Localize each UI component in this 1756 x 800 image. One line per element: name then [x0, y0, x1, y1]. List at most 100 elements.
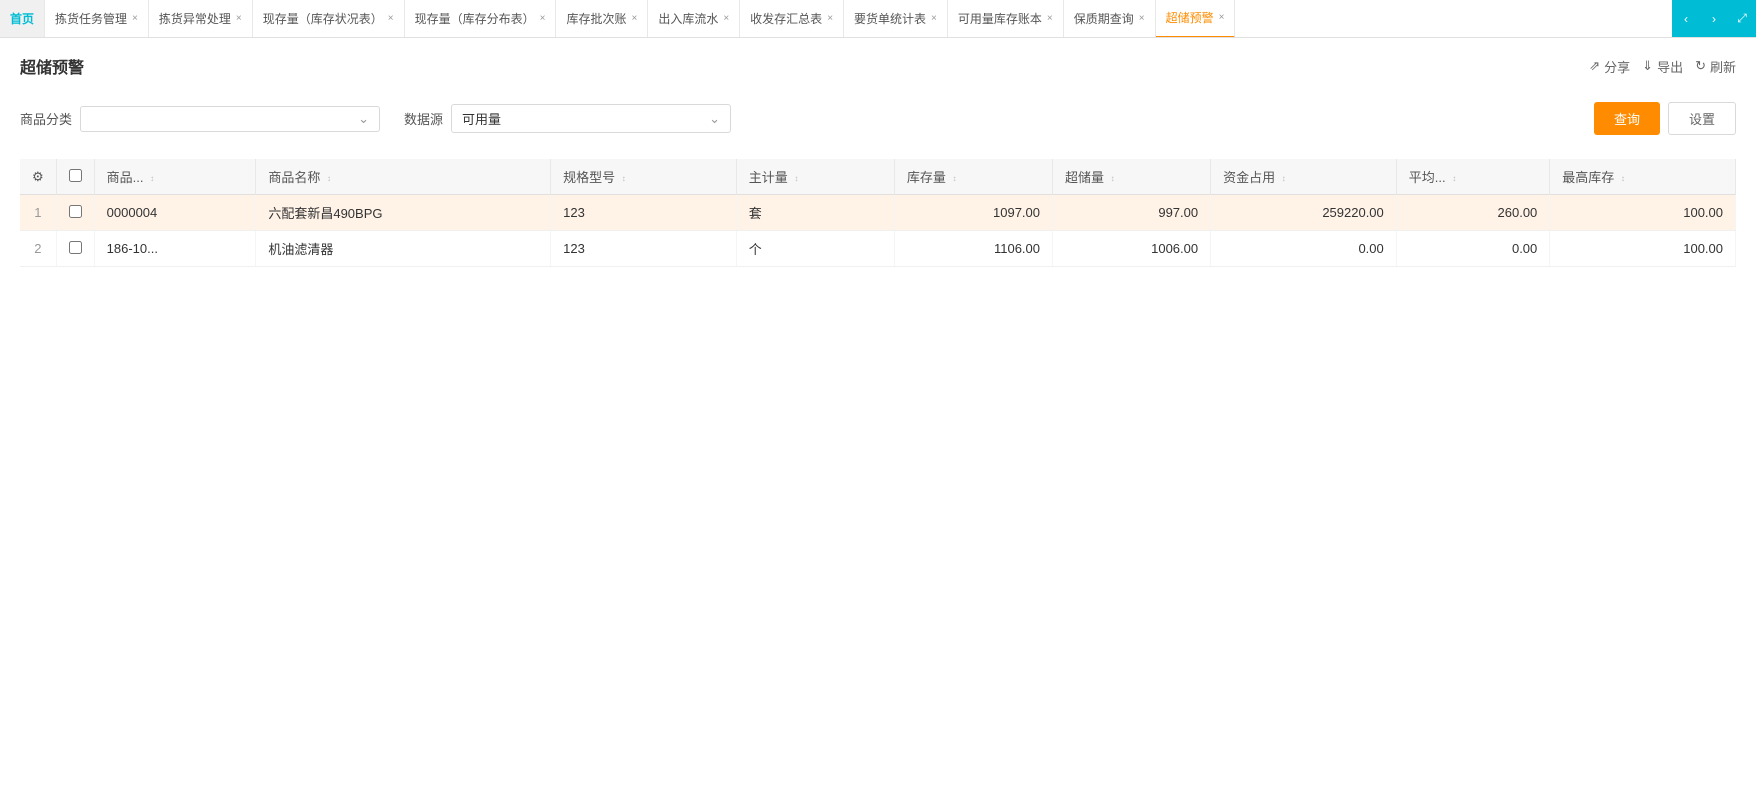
nav-tab-task-mgmt[interactable]: 拣货任务管理 × [45, 0, 149, 38]
row-max-stock-1: 100.00 [1550, 231, 1736, 267]
row-num-1: 2 [20, 231, 56, 267]
sort-overstock-icon: ↕ [1111, 174, 1115, 183]
nav-arrow-left[interactable]: ‹ [1672, 0, 1700, 38]
nav-tab-available[interactable]: 可用量库存账本 × [948, 0, 1064, 38]
data-table: ⚙ 商品... ↕ 商品名称 ↕ 规格型号 ↕ 主计量 [20, 159, 1736, 267]
select-all-checkbox[interactable] [69, 169, 82, 182]
nav-tab-home[interactable]: 首页 [0, 0, 45, 38]
nav-tab-expiry-label: 保质期查询 [1074, 10, 1134, 27]
nav-arrow-right[interactable]: › [1700, 0, 1728, 38]
col-unit[interactable]: 主计量 ↕ [736, 159, 894, 195]
row-product-name-0: 六配套新昌490BPG [256, 195, 551, 231]
share-icon: ⇗ [1589, 58, 1600, 74]
col-avg-label: 平均... [1409, 170, 1446, 185]
row-overstock-1: 1006.00 [1053, 231, 1211, 267]
export-button[interactable]: ⇓ 导出 [1642, 57, 1683, 76]
row-spec-0: 123 [551, 195, 737, 231]
nav-tab-collect[interactable]: 收发存汇总表 × [740, 0, 844, 38]
page-header: 超储预警 ⇗ 分享 ⇓ 导出 ↻ 刷新 [20, 54, 1736, 78]
row-checkbox-1[interactable] [56, 231, 94, 267]
nav-tab-available-close[interactable]: × [1047, 13, 1053, 24]
datasource-chevron-icon: ⌄ [709, 111, 720, 127]
share-button[interactable]: ⇗ 分享 [1589, 57, 1630, 76]
sort-product-code-icon: ↕ [150, 174, 154, 183]
datasource-select[interactable]: 可用量 ⌄ [451, 104, 731, 133]
page-title: 超储预警 [20, 54, 84, 78]
query-button[interactable]: 查询 [1594, 102, 1660, 135]
nav-tab-overstock-close[interactable]: × [1219, 12, 1225, 23]
nav-tab-expiry-close[interactable]: × [1139, 13, 1145, 24]
sort-capital-icon: ↕ [1282, 174, 1286, 183]
nav-tab-batch-close[interactable]: × [631, 13, 637, 24]
sort-max-stock-icon: ↕ [1621, 174, 1625, 183]
share-label: 分享 [1604, 57, 1630, 76]
col-product-name[interactable]: 商品名称 ↕ [256, 159, 551, 195]
col-settings[interactable]: ⚙ [20, 159, 56, 195]
nav-tab-overstock[interactable]: 超储预警 × [1156, 0, 1236, 38]
col-product-code-label: 商品... [107, 170, 144, 185]
row-product-code-1: 186-10... [94, 231, 256, 267]
table-row: 1 0000004 六配套新昌490BPG 123 套 1097.00 997.… [20, 195, 1736, 231]
nav-arrow-expand[interactable]: ⤢ [1728, 0, 1756, 38]
col-stock[interactable]: 库存量 ↕ [894, 159, 1052, 195]
nav-tab-expiry[interactable]: 保质期查询 × [1064, 0, 1156, 38]
col-capital-label: 资金占用 [1223, 170, 1275, 185]
filter-bar: 商品分类 ⌄ 数据源 可用量 ⌄ 查询 设置 [20, 94, 1736, 143]
row-stock-1: 1106.00 [894, 231, 1052, 267]
table-header-row: ⚙ 商品... ↕ 商品名称 ↕ 规格型号 ↕ 主计量 [20, 159, 1736, 195]
datasource-value: 可用量 [462, 109, 501, 128]
col-max-stock[interactable]: 最高库存 ↕ [1550, 159, 1736, 195]
nav-tab-stock-dist[interactable]: 现存量（库存分布表） × [405, 0, 557, 38]
col-spec-label: 规格型号 [563, 170, 615, 185]
nav-tab-batch[interactable]: 库存批次账 × [556, 0, 648, 38]
col-spec[interactable]: 规格型号 ↕ [551, 159, 737, 195]
refresh-button[interactable]: ↻ 刷新 [1695, 57, 1736, 76]
col-unit-label: 主计量 [749, 170, 788, 185]
table-row: 2 186-10... 机油滤清器 123 个 1106.00 1006.00 … [20, 231, 1736, 267]
nav-tab-order-stat-close[interactable]: × [931, 13, 937, 24]
row-checkbox-0[interactable] [56, 195, 94, 231]
col-capital[interactable]: 资金占用 ↕ [1211, 159, 1397, 195]
datasource-label: 数据源 [404, 109, 443, 128]
nav-tab-stock-status[interactable]: 现存量（库存状况表） × [253, 0, 405, 38]
settings-button[interactable]: 设置 [1668, 102, 1736, 135]
nav-tab-task-mgmt-label: 拣货任务管理 [55, 10, 127, 27]
col-checkbox [56, 159, 94, 195]
row-overstock-0: 997.00 [1053, 195, 1211, 231]
nav-tab-home-label: 首页 [10, 10, 34, 27]
col-product-code[interactable]: 商品... ↕ [94, 159, 256, 195]
row-spec-1: 123 [551, 231, 737, 267]
row-avg-0: 260.00 [1396, 195, 1550, 231]
nav-tab-available-label: 可用量库存账本 [958, 10, 1042, 27]
row-select-checkbox-1[interactable] [69, 241, 82, 254]
nav-tab-collect-close[interactable]: × [827, 13, 833, 24]
row-stock-0: 1097.00 [894, 195, 1052, 231]
row-product-code-0: 0000004 [94, 195, 256, 231]
nav-tab-flow-label: 出入库流水 [658, 10, 718, 27]
col-overstock-label: 超储量 [1065, 170, 1104, 185]
nav-tab-stock-status-close[interactable]: × [388, 13, 394, 24]
nav-tab-flow[interactable]: 出入库流水 × [648, 0, 740, 38]
row-select-checkbox-0[interactable] [69, 205, 82, 218]
row-avg-1: 0.00 [1396, 231, 1550, 267]
gear-icon: ⚙ [32, 169, 44, 184]
row-capital-0: 259220.00 [1211, 195, 1397, 231]
row-unit-0: 套 [736, 195, 894, 231]
nav-tab-abnormal-close[interactable]: × [236, 13, 242, 24]
nav-tab-abnormal[interactable]: 拣货异常处理 × [149, 0, 253, 38]
nav-tab-flow-close[interactable]: × [723, 13, 729, 24]
nav-tab-abnormal-label: 拣货异常处理 [159, 10, 231, 27]
col-stock-label: 库存量 [907, 170, 946, 185]
nav-tab-task-mgmt-close[interactable]: × [132, 13, 138, 24]
nav-tab-order-stat[interactable]: 要货单统计表 × [844, 0, 948, 38]
nav-tab-overstock-label: 超储预警 [1166, 9, 1214, 26]
refresh-label: 刷新 [1710, 57, 1736, 76]
col-overstock[interactable]: 超储量 ↕ [1053, 159, 1211, 195]
row-max-stock-0: 100.00 [1550, 195, 1736, 231]
category-select[interactable]: ⌄ [80, 106, 380, 132]
col-max-stock-label: 最高库存 [1562, 170, 1614, 185]
table-body: 1 0000004 六配套新昌490BPG 123 套 1097.00 997.… [20, 195, 1736, 267]
nav-tab-stock-dist-close[interactable]: × [540, 13, 546, 24]
filter-datasource: 数据源 可用量 ⌄ [404, 104, 731, 133]
col-avg[interactable]: 平均... ↕ [1396, 159, 1550, 195]
